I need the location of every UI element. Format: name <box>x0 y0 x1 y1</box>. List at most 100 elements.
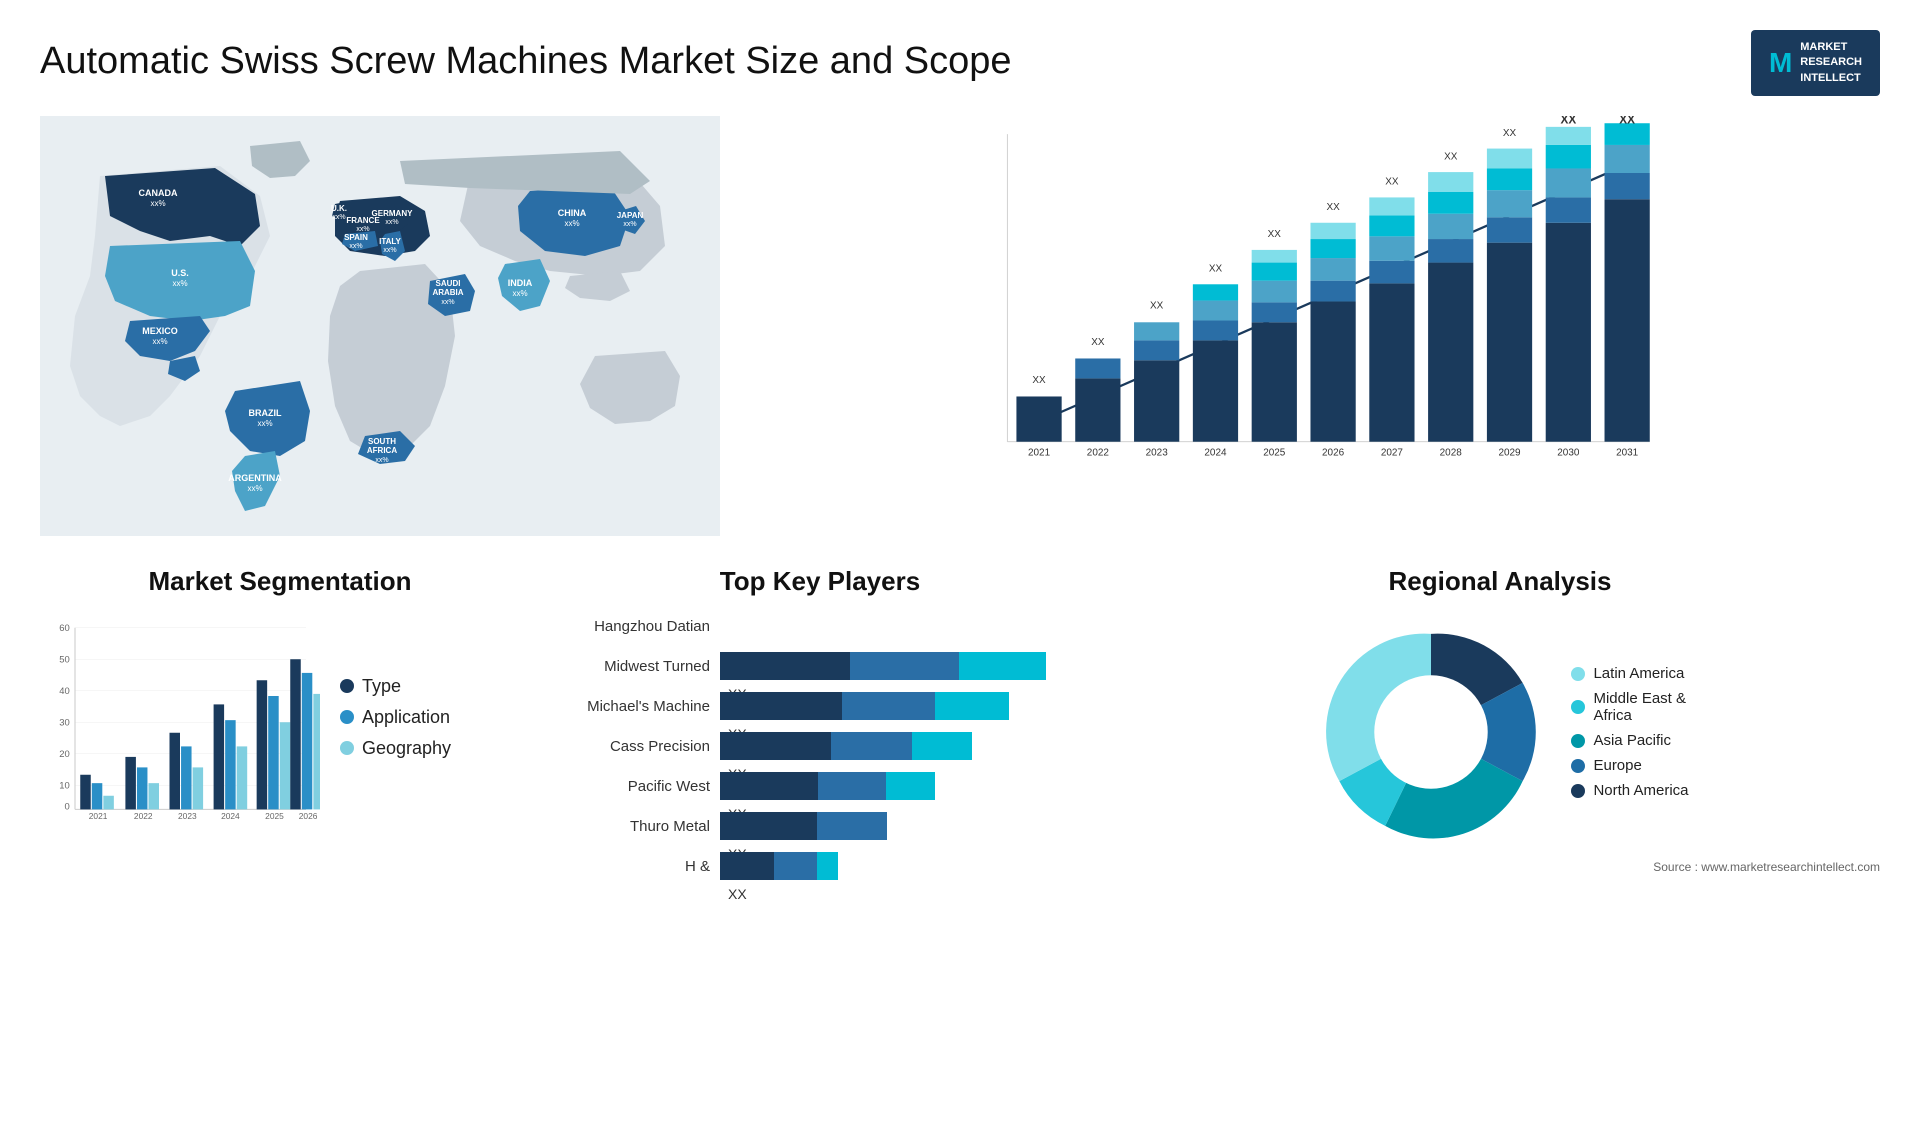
player-value-h: XX <box>728 886 747 902</box>
player-row-pacific: Pacific West XX <box>550 772 1090 800</box>
legend-application: Application <box>340 707 451 728</box>
svg-text:XX: XX <box>1209 264 1223 275</box>
growth-chart-section: XX 2021 XX 2022 XX 2023 XX 2024 <box>750 116 1880 536</box>
legend-dot-type <box>340 679 354 693</box>
player-name-michael: Michael's Machine <box>550 698 710 715</box>
svg-text:xx%: xx% <box>247 484 262 493</box>
legend-label-mea: Middle East &Africa <box>1593 690 1686 724</box>
svg-text:10: 10 <box>59 781 70 792</box>
player-name-midwest: Midwest Turned <box>550 658 710 675</box>
svg-text:SOUTH: SOUTH <box>368 437 396 446</box>
donut-legend: Latin America Middle East &Africa Asia P… <box>1571 665 1688 799</box>
svg-text:2026: 2026 <box>1322 447 1345 458</box>
legend-asia-pacific: Asia Pacific <box>1571 732 1688 749</box>
player-name-h: H & <box>550 858 710 875</box>
legend-label-geography: Geography <box>362 738 451 759</box>
svg-text:XX: XX <box>1560 116 1576 126</box>
svg-text:2025: 2025 <box>265 811 284 821</box>
legend-label-europe: Europe <box>1593 757 1641 774</box>
legend-label-type: Type <box>362 676 401 697</box>
svg-text:GERMANY: GERMANY <box>372 209 414 218</box>
world-map-container: CANADA xx% U.S. xx% MEXICO xx% BRAZIL xx… <box>40 116 720 536</box>
svg-text:0: 0 <box>65 802 70 813</box>
svg-text:XX: XX <box>1503 128 1517 139</box>
player-row-hangzhou: Hangzhou Datian <box>550 612 1090 640</box>
svg-text:xx%: xx% <box>172 279 187 288</box>
page-title: Automatic Swiss Screw Machines Market Si… <box>40 40 1012 83</box>
player-bar-thuro: XX <box>720 812 1090 840</box>
svg-text:MEXICO: MEXICO <box>142 326 178 336</box>
logo-m-letter: M <box>1769 43 1792 82</box>
svg-text:SPAIN: SPAIN <box>344 233 368 242</box>
segmentation-section: Market Segmentation 60 50 40 30 20 10 0 <box>40 566 520 892</box>
svg-text:ARGENTINA: ARGENTINA <box>228 473 282 483</box>
legend-europe: Europe <box>1571 757 1688 774</box>
growth-bar-chart: XX 2021 XX 2022 XX 2023 XX 2024 <box>750 116 1880 496</box>
svg-text:xx%: xx% <box>383 247 396 254</box>
svg-text:JAPAN: JAPAN <box>617 211 644 220</box>
svg-text:2031: 2031 <box>1616 447 1639 458</box>
source-text: Source : www.marketresearchintellect.com <box>1120 860 1880 874</box>
svg-text:xx%: xx% <box>564 219 579 228</box>
svg-text:2030: 2030 <box>1557 447 1580 458</box>
legend-dot-latin <box>1571 667 1585 681</box>
svg-text:xx%: xx% <box>441 299 454 306</box>
players-list: Hangzhou Datian Midwest Turned XX <box>540 612 1100 880</box>
player-name-thuro: Thuro Metal <box>550 818 710 835</box>
segmentation-title: Market Segmentation <box>40 566 520 597</box>
svg-text:2022: 2022 <box>134 811 153 821</box>
svg-text:xx%: xx% <box>375 457 388 464</box>
svg-text:2024: 2024 <box>221 811 240 821</box>
svg-text:XX: XX <box>1150 301 1164 312</box>
player-row-cass: Cass Precision XX <box>550 732 1090 760</box>
svg-text:XX: XX <box>1326 202 1340 213</box>
svg-text:XX: XX <box>1385 177 1399 188</box>
donut-chart-svg <box>1311 612 1551 852</box>
player-bar-cass: XX <box>720 732 1090 760</box>
svg-text:xx%: xx% <box>385 219 398 226</box>
player-name-cass: Cass Precision <box>550 738 710 755</box>
logo-area: M MARKET RESEARCH INTELLECT <box>1751 30 1880 96</box>
svg-text:2023: 2023 <box>178 811 197 821</box>
svg-text:2028: 2028 <box>1440 447 1463 458</box>
svg-text:xx%: xx% <box>257 419 272 428</box>
svg-text:40: 40 <box>59 686 70 697</box>
legend-north-america: North America <box>1571 782 1688 799</box>
svg-text:BRAZIL: BRAZIL <box>249 408 282 418</box>
svg-text:50: 50 <box>59 655 70 666</box>
legend-dot-geography <box>340 741 354 755</box>
legend-dot-apac <box>1571 734 1585 748</box>
logo-text: MARKET RESEARCH INTELLECT <box>1800 40 1862 86</box>
svg-text:U.K.: U.K. <box>331 204 347 213</box>
page-header: Automatic Swiss Screw Machines Market Si… <box>40 30 1880 96</box>
svg-text:xx%: xx% <box>152 337 167 346</box>
svg-text:20: 20 <box>59 749 70 760</box>
svg-text:AFRICA: AFRICA <box>367 446 397 455</box>
legend-latin-america: Latin America <box>1571 665 1688 682</box>
player-bar-hangzhou <box>720 612 1090 640</box>
svg-text:XX: XX <box>1444 152 1458 163</box>
svg-text:2025: 2025 <box>1263 447 1286 458</box>
legend-geography: Geography <box>340 738 451 759</box>
regional-title: Regional Analysis <box>1120 566 1880 597</box>
segmentation-bar-chart: 60 50 40 30 20 10 0 <box>40 612 320 822</box>
player-row-h: H & XX <box>550 852 1090 880</box>
player-row-thuro: Thuro Metal XX <box>550 812 1090 840</box>
player-bar-michael: XX <box>720 692 1090 720</box>
legend-label-latin: Latin America <box>1593 665 1684 682</box>
svg-text:XX: XX <box>1091 337 1105 348</box>
player-bar-pacific: XX <box>720 772 1090 800</box>
svg-text:XX: XX <box>1032 375 1046 386</box>
svg-text:60: 60 <box>59 623 70 634</box>
svg-text:CHINA: CHINA <box>558 208 587 218</box>
svg-text:SAUDI: SAUDI <box>436 279 461 288</box>
legend-label-application: Application <box>362 707 450 728</box>
svg-text:ITALY: ITALY <box>379 237 401 246</box>
svg-text:2021: 2021 <box>1028 447 1051 458</box>
player-name-hangzhou: Hangzhou Datian <box>550 618 710 635</box>
legend-middle-east: Middle East &Africa <box>1571 690 1688 724</box>
svg-text:xx%: xx% <box>512 289 527 298</box>
regional-section: Regional Analysis <box>1120 566 1880 892</box>
top-section: CANADA xx% U.S. xx% MEXICO xx% BRAZIL xx… <box>40 116 1880 536</box>
legend-dot-mea <box>1571 700 1585 714</box>
